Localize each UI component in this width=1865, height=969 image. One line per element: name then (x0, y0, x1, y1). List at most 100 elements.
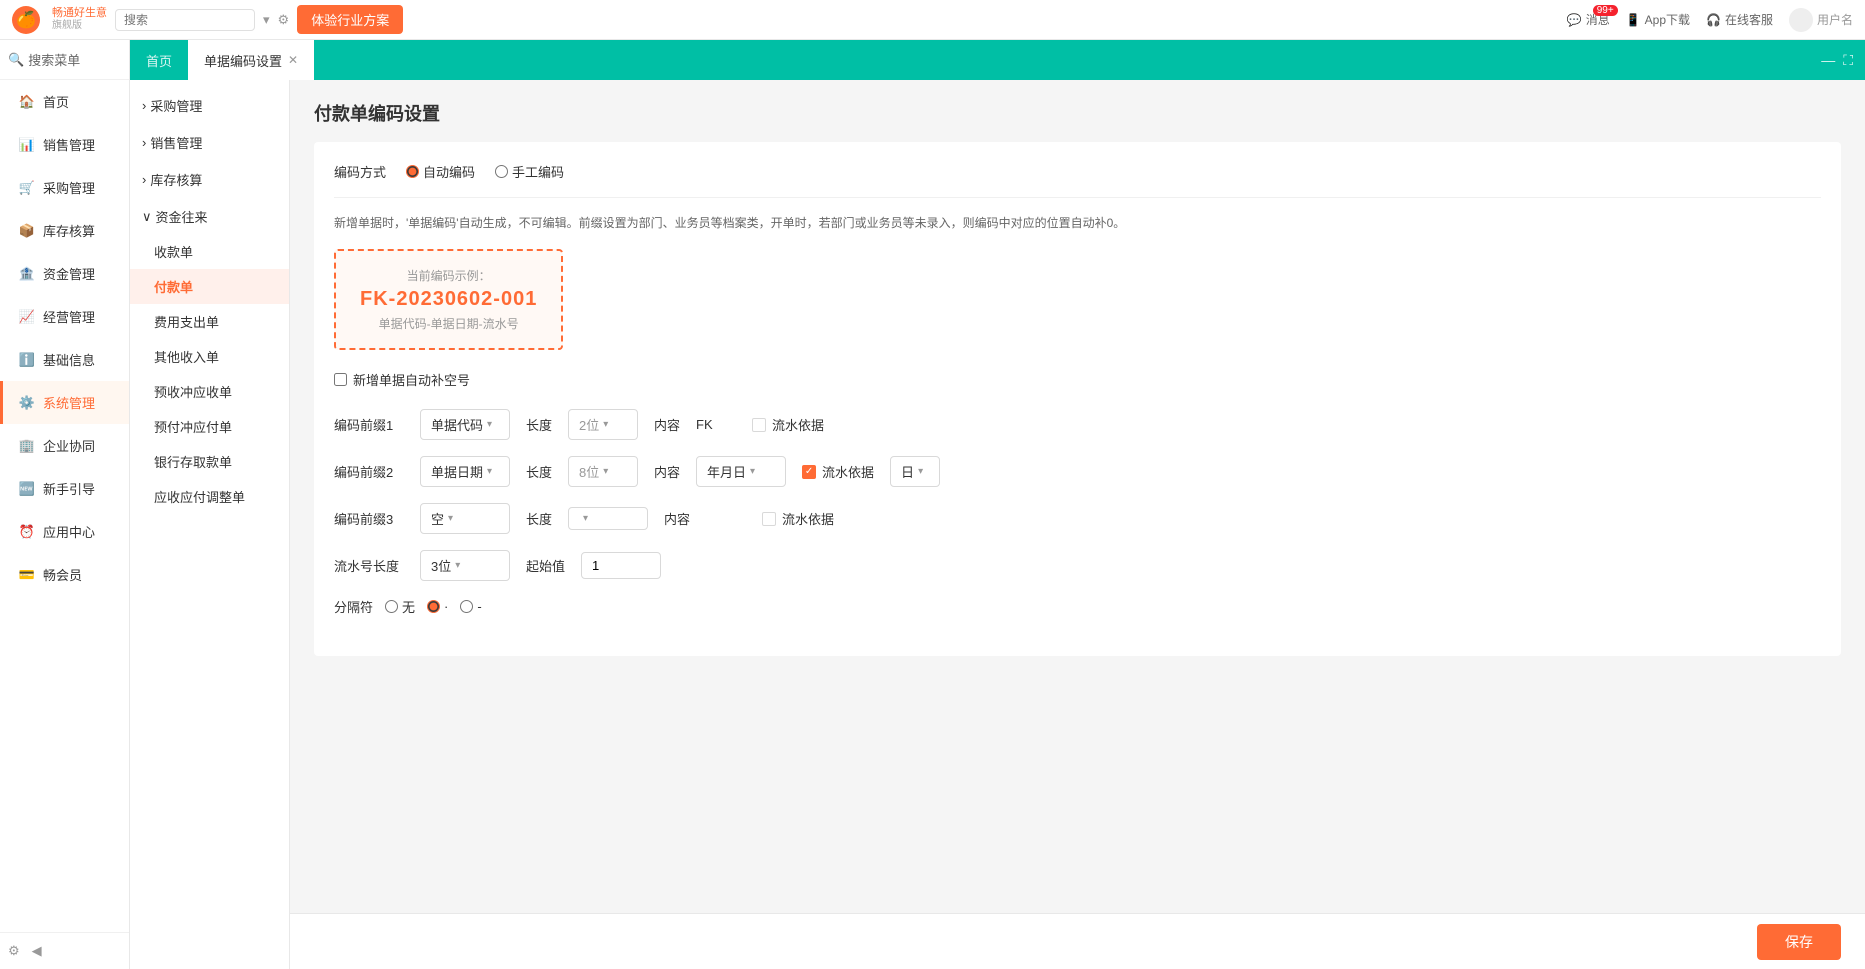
inventory-icon: 📦 (19, 223, 35, 239)
collapse-icon[interactable]: ◀ (32, 943, 42, 959)
sidebar-item-enterprise[interactable]: 🏢 企业协同 (0, 424, 129, 467)
prefix1-serial-group: 流水依据 (752, 415, 824, 434)
serial-start-input[interactable] (581, 552, 661, 579)
info-icon: ℹ️ (19, 352, 35, 368)
member-icon: 💳 (19, 567, 35, 583)
prefix2-content-dropdown-icon: ▾ (750, 466, 755, 477)
system-icon: ⚙️ (19, 395, 35, 411)
prefix1-row: 编码前缀1 单据代码 ▾ 长度 2位 ▾ 内容 FK (334, 409, 1821, 440)
group-sales: › 销售管理 (130, 125, 289, 160)
prefix3-serial-checkbox[interactable] (762, 512, 776, 526)
app-download-button[interactable]: 📱 App下载 (1626, 11, 1690, 28)
sidebar-item-member[interactable]: 💳 畅会员 (0, 553, 129, 596)
tab-home[interactable]: 首页 (130, 40, 188, 80)
maximize-icon[interactable]: ⛶ (1843, 52, 1853, 69)
manual-radio-input[interactable] (495, 165, 508, 178)
group-capital: ∨ 资金往来 收款单 付款单 费用支出单 其他收入单 预收冲应收单 预付冲应付单… (130, 199, 289, 514)
separator-dash-option[interactable]: - (460, 599, 481, 614)
prefix3-len-dropdown-icon: ▾ (583, 513, 588, 524)
serial-start-label: 起始值 (526, 556, 565, 575)
prefix3-length-select[interactable]: ▾ (568, 507, 648, 530)
encoding-method-label: 编码方式 (334, 162, 386, 181)
settings-bottom-icon[interactable]: ⚙ (8, 943, 20, 959)
tab-close-icon[interactable]: ✕ (288, 53, 298, 67)
group-inventory-title[interactable]: › 库存核算 (130, 162, 289, 197)
separator-none-radio[interactable] (385, 600, 398, 613)
dropdown-icon[interactable]: ▾ (263, 12, 270, 28)
online-service-button[interactable]: 🎧 在线客服 (1706, 11, 1773, 28)
prefix1-content-value: FK (696, 417, 736, 432)
prefix1-length-select[interactable]: 2位 ▾ (568, 409, 638, 440)
prefix1-label: 编码前缀1 (334, 415, 404, 434)
tab-encoding-settings[interactable]: 单据编码设置 ✕ (188, 40, 314, 80)
sidebar-item-apps[interactable]: ⏰ 应用中心 (0, 510, 129, 553)
second-sidebar: › 采购管理 › 销售管理 › 库存核算 (130, 80, 290, 969)
message-icon: 💬 (1567, 13, 1582, 27)
prefix1-select[interactable]: 单据代码 ▾ (420, 409, 510, 440)
sidebar-item-bank[interactable]: 银行存取款单 (130, 444, 289, 479)
sidebar-item-ar-ap[interactable]: 应收应付调整单 (130, 479, 289, 514)
sidebar-item-system[interactable]: ⚙️ 系统管理 (0, 381, 129, 424)
sidebar-item-receipt[interactable]: 收款单 (130, 234, 289, 269)
enterprise-icon: 🏢 (19, 438, 35, 454)
search-input[interactable] (115, 9, 255, 31)
page-title: 付款单编码设置 (314, 100, 1841, 126)
trial-button[interactable]: 体验行业方案 (297, 5, 403, 34)
tabbar-controls: — ⛶ (1821, 52, 1865, 69)
prefix1-serial-checkbox[interactable] (752, 418, 766, 432)
serial-length-select[interactable]: 3位 ▾ (420, 550, 510, 581)
sidebar-item-purchase[interactable]: 🛒 采购管理 (0, 166, 129, 209)
preview-label: 当前编码示例： (360, 267, 537, 284)
group-sales-title[interactable]: › 销售管理 (130, 125, 289, 160)
separator-dot-option[interactable]: · (427, 599, 448, 614)
sidebar-item-guide[interactable]: 🆕 新手引导 (0, 467, 129, 510)
chevron-right-icon2: › (142, 135, 146, 150)
prefix2-select[interactable]: 单据日期 ▾ (420, 456, 510, 487)
prefix2-dropdown-icon: ▾ (487, 466, 492, 477)
sidebar-bottom: ⚙ ◀ (0, 932, 129, 969)
prefix3-content-label: 内容 (664, 509, 690, 528)
prefix2-date-select[interactable]: 日 ▾ (890, 456, 940, 487)
sidebar-search[interactable]: 🔍 搜索菜单 (0, 40, 129, 80)
sidebar-item-advance-offset[interactable]: 预付冲应付单 (130, 409, 289, 444)
prefix2-label: 编码前缀2 (334, 462, 404, 481)
prefix2-serial-checkbox[interactable]: ✓ (802, 465, 816, 479)
sidebar-item-payment[interactable]: 付款单 (130, 269, 289, 304)
group-purchase-title[interactable]: › 采购管理 (130, 88, 289, 123)
main-layout: 🔍 搜索菜单 🏠 首页 📊 销售管理 🛒 采购管理 📦 库存核算 🏦 (0, 40, 1865, 969)
group-capital-title[interactable]: ∨ 资金往来 (130, 199, 289, 234)
auto-fill-checkbox[interactable] (334, 373, 347, 386)
separator-dot-radio[interactable] (427, 600, 440, 613)
minimize-icon[interactable]: — (1821, 52, 1835, 68)
sidebar-item-expense[interactable]: 费用支出单 (130, 304, 289, 339)
sidebar-item-finance[interactable]: 🏦 资金管理 (0, 252, 129, 295)
prefix2-content-select[interactable]: 年月日 ▾ (696, 456, 786, 487)
separator-none-option[interactable]: 无 (385, 597, 415, 616)
auto-encoding-radio[interactable]: 自动编码 (406, 162, 475, 181)
user-menu[interactable]: 用户名 (1789, 8, 1853, 32)
sidebar-item-management[interactable]: 📈 经营管理 (0, 295, 129, 338)
sidebar-item-inventory[interactable]: 📦 库存核算 (0, 209, 129, 252)
prefix2-len-dropdown-icon: ▾ (603, 466, 608, 477)
service-icon: 🎧 (1706, 13, 1721, 27)
auto-fill-row: 新增单据自动补空号 (334, 370, 1821, 389)
prefix2-content-label: 内容 (654, 462, 680, 481)
avatar (1789, 8, 1813, 32)
sidebar-item-sales[interactable]: 📊 销售管理 (0, 123, 129, 166)
chevron-down-icon: ∨ (142, 209, 152, 225)
sidebar-item-other-income[interactable]: 其他收入单 (130, 339, 289, 374)
prefix3-select[interactable]: 空 ▾ (420, 503, 510, 534)
save-button[interactable]: 保存 (1757, 924, 1841, 960)
auto-radio-input[interactable] (406, 165, 419, 178)
sidebar-item-home[interactable]: 🏠 首页 (0, 80, 129, 123)
manual-encoding-radio[interactable]: 手工编码 (495, 162, 564, 181)
message-button[interactable]: 💬 消息 99+ (1567, 11, 1610, 28)
sidebar-item-prepay-offset[interactable]: 预收冲应收单 (130, 374, 289, 409)
settings-icon[interactable]: ⚙ (278, 12, 290, 28)
sidebar-nav: 🏠 首页 📊 销售管理 🛒 采购管理 📦 库存核算 🏦 资金管理 📈 经 (0, 80, 129, 932)
sidebar-item-info[interactable]: ℹ️ 基础信息 (0, 338, 129, 381)
preview-desc: 单据代码-单据日期-流水号 (360, 315, 537, 332)
prefix2-length-select[interactable]: 8位 ▾ (568, 456, 638, 487)
separator-dash-radio[interactable] (460, 600, 473, 613)
preview-box: 当前编码示例： FK-20230602-001 单据代码-单据日期-流水号 (334, 249, 563, 350)
